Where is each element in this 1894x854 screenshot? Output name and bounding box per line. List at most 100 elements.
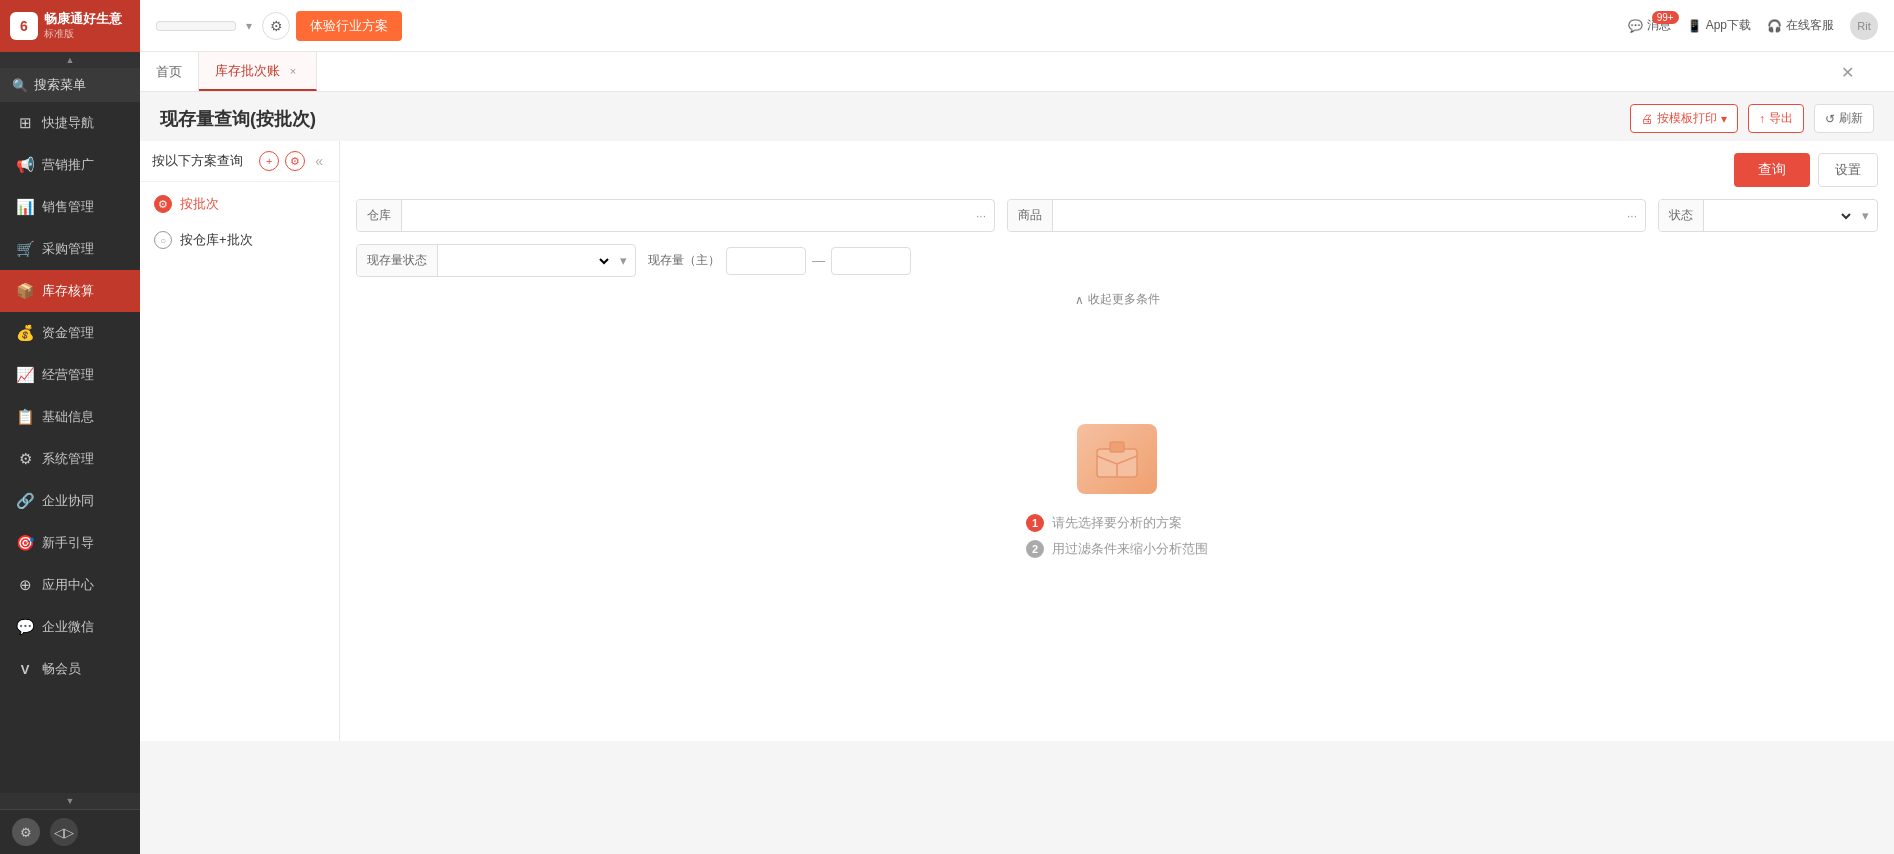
topbar-right: 💬 消息 99+ 📱 App下载 🎧 在线客服 Rit [1628,12,1878,40]
product-filter: 商品 ··· [1007,199,1646,232]
tab-panel-close-btn[interactable]: ✕ [1841,62,1854,81]
svg-rect-1 [1110,442,1124,452]
page-header: 现存量查询(按批次) 🖨 按模板打印 ▾ ↑ 导出 ↺ 刷新 [140,92,1894,141]
status-filter: 状态 ▾ [1658,199,1878,232]
plan-label-warehouse-batch: 按仓库+批次 [180,231,253,249]
nav-label: 销售管理 [42,198,94,216]
breadcrumb-input[interactable] [156,21,236,31]
step-2-text: 用过滤条件来缩小分析范围 [1052,540,1208,558]
content-body: 按以下方案查询 + ⚙ « ⚙ 按批次 ○ 按仓库+批次 [140,141,1894,741]
app-download-btn[interactable]: 📱 App下载 [1687,17,1751,34]
sidebar-item-wechat[interactable]: 💬 企业微信 [0,606,140,648]
sidebar-footer: ⚙ ◁▷ [0,809,140,854]
topbar-settings-btn[interactable]: ⚙ [262,12,290,40]
warehouse-label: 仓库 [357,200,402,231]
product-more-icon[interactable]: ··· [1619,202,1645,230]
settings-btn[interactable]: 设置 [1818,153,1878,187]
tab-inventory-batch-label: 库存批次账 [215,62,280,80]
sidebar-item-newuser[interactable]: 🎯 新手引导 [0,522,140,564]
toggle-sidebar-btn[interactable]: ◁▷ [50,818,78,846]
export-label: 导出 [1769,110,1793,127]
nav-label: 应用中心 [42,576,94,594]
left-panel-title: 按以下方案查询 [152,152,243,170]
trial-btn[interactable]: 体验行业方案 [296,11,402,41]
query-btn[interactable]: 查询 [1734,153,1810,187]
nav-label: 畅会员 [42,660,81,678]
user-menu-btn[interactable]: Rit [1850,12,1878,40]
tab-home[interactable]: 首页 [140,52,199,91]
refresh-btn[interactable]: ↺ 刷新 [1814,104,1874,133]
nav-label: 快捷导航 [42,114,94,132]
warehouse-filter: 仓库 ··· [356,199,995,232]
export-icon: ↑ [1759,112,1765,126]
search-menu-btn[interactable]: 🔍 搜索菜单 [0,68,140,102]
print-btn[interactable]: 🖨 按模板打印 ▾ [1630,104,1738,133]
message-icon: 💬 [1628,19,1643,33]
print-label: 按模板打印 [1657,110,1717,127]
sidebar-item-finance[interactable]: 💰 资金管理 [0,312,140,354]
message-btn[interactable]: 💬 消息 99+ [1628,17,1671,34]
empty-box-icon [1077,424,1157,494]
scroll-down-btn[interactable]: ▼ [66,796,75,806]
plan-settings-btn[interactable]: ⚙ [285,151,305,171]
user-avatar: Rit [1850,12,1878,40]
nav-label: 企业协同 [42,492,94,510]
step-1-badge: 1 [1026,514,1044,532]
sidebar-item-sales[interactable]: 📊 销售管理 [0,186,140,228]
add-plan-btn[interactable]: + [259,151,279,171]
inventory-qty-max-input[interactable] [831,247,911,275]
sidebar-item-quick-nav[interactable]: ⊞ 快捷导航 [0,102,140,144]
online-service-btn[interactable]: 🎧 在线客服 [1767,17,1834,34]
step-1-text: 请先选择要分析的方案 [1052,514,1182,532]
sales-icon: 📊 [16,198,34,216]
ops-icon: 📈 [16,366,34,384]
newuser-icon: 🎯 [16,534,34,552]
inventory-icon: 📦 [16,282,34,300]
sidebar-item-inventory[interactable]: 📦 库存核算 [0,270,140,312]
warehouse-more-icon[interactable]: ··· [968,202,994,230]
sidebar-item-enterprise[interactable]: 🔗 企业协同 [0,480,140,522]
left-panel-header-icons: + ⚙ « [259,151,327,171]
plan-item-warehouse-batch[interactable]: ○ 按仓库+批次 [140,222,339,258]
inventory-qty-min-input[interactable] [726,247,806,275]
app-download-icon: 📱 [1687,19,1702,33]
sidebar-item-purchase[interactable]: 🛒 采购管理 [0,228,140,270]
tab-inventory-batch[interactable]: 库存批次账 × [199,52,317,91]
filter-row-2: 现存量状态 ▾ 现存量（主） — [356,244,1878,277]
plan-label-batch: 按批次 [180,195,219,213]
nav-label: 经营管理 [42,366,94,384]
sidebar-item-marketing[interactable]: 📢 营销推广 [0,144,140,186]
search-icon: 🔍 [12,78,28,93]
export-btn[interactable]: ↑ 导出 [1748,104,1804,133]
tab-close-btn[interactable]: × [286,64,300,78]
warehouse-input[interactable] [402,202,968,230]
product-input[interactable] [1053,202,1619,230]
collapse-panel-btn[interactable]: « [311,151,327,171]
action-row: 查询 设置 [356,153,1878,187]
collapse-more-icon: ∧ [1075,293,1084,307]
sidebar-item-vip[interactable]: V 畅会员 [0,648,140,690]
inventory-status-arrow-icon: ▾ [612,246,635,275]
topbar-left: ▾ ⚙ 体验行业方案 [156,11,1618,41]
sidebar-nav: ⊞ 快捷导航 📢 营销推广 📊 销售管理 🛒 采购管理 📦 库存核算 💰 资金管… [0,102,140,793]
status-select[interactable] [1704,201,1854,231]
nav-label: 新手引导 [42,534,94,552]
app-download-label: App下载 [1706,17,1751,34]
collapse-more-btn[interactable]: ∧ 收起更多条件 [356,285,1878,314]
breadcrumb-dropdown-btn[interactable]: ▾ [242,15,256,37]
purchase-icon: 🛒 [16,240,34,258]
product-label: 商品 [1008,200,1053,231]
scroll-up-btn[interactable]: ▲ [66,55,75,65]
tab-home-label: 首页 [156,63,182,81]
inventory-qty-label: 现存量（主） [648,252,720,269]
inventory-status-select[interactable] [438,246,612,276]
sidebar-item-appstore[interactable]: ⊕ 应用中心 [0,564,140,606]
settings-footer-btn[interactable]: ⚙ [12,818,40,846]
plan-item-batch[interactable]: ⚙ 按批次 [140,186,339,222]
sidebar-item-basic[interactable]: 📋 基础信息 [0,396,140,438]
sidebar-item-ops[interactable]: 📈 经营管理 [0,354,140,396]
sidebar-item-system[interactable]: ⚙ 系统管理 [0,438,140,480]
finance-icon: 💰 [16,324,34,342]
online-service-label: 在线客服 [1786,17,1834,34]
sidebar-header: 6 畅康通好生意 标准版 [0,0,140,52]
